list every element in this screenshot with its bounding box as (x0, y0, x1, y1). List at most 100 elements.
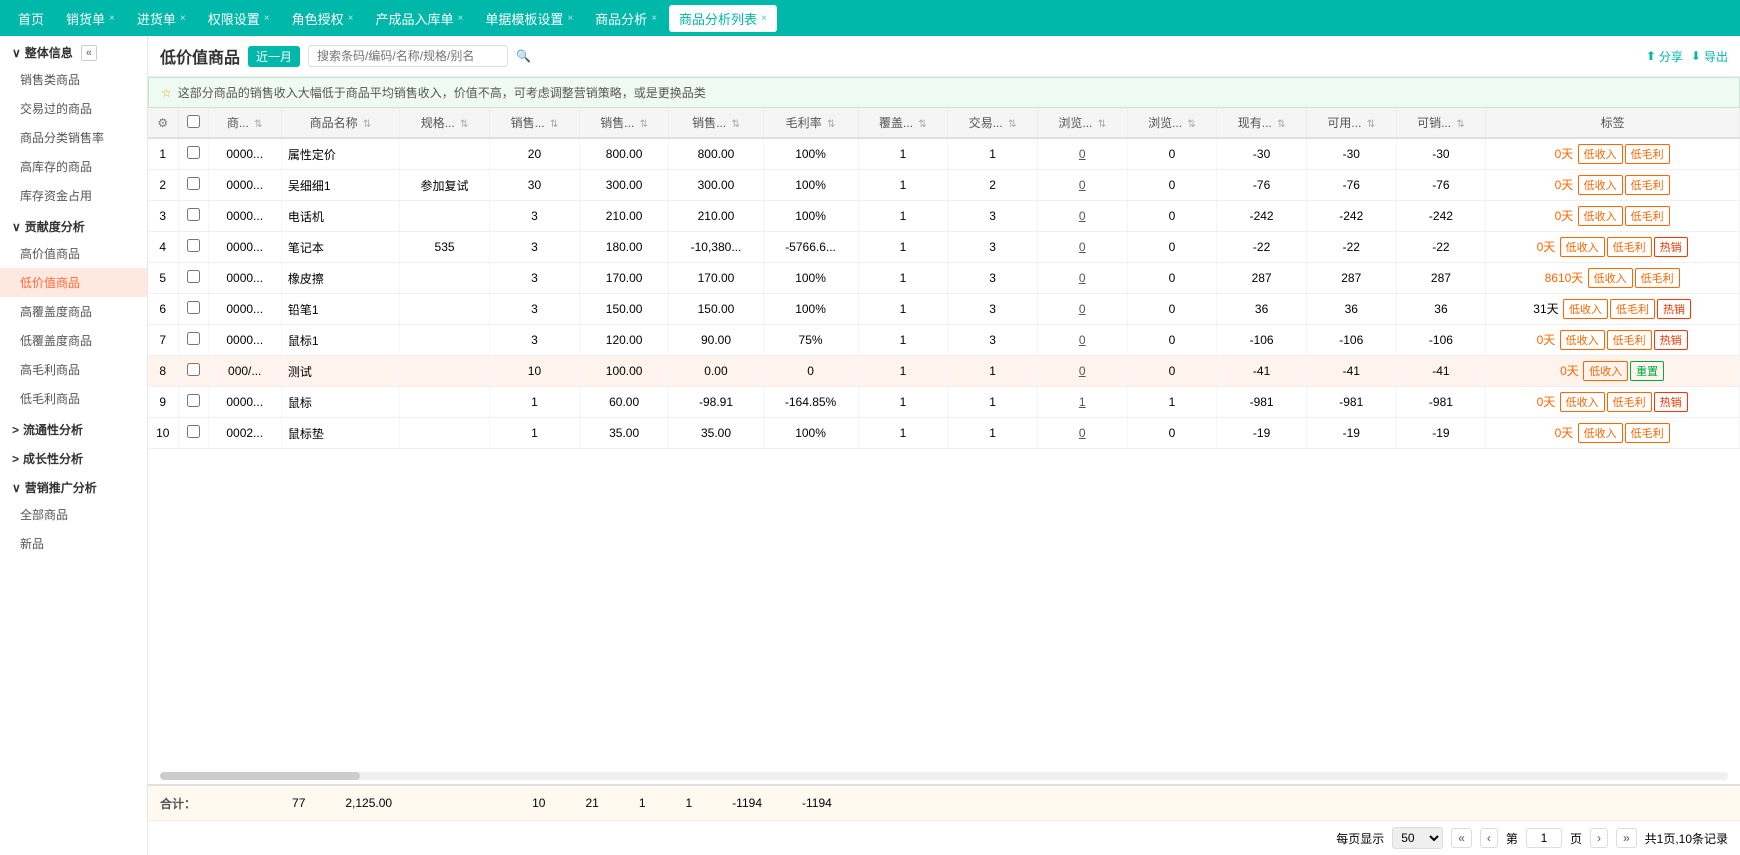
col-avail[interactable]: 可用... ⇅ (1306, 108, 1396, 138)
page-input[interactable] (1526, 828, 1562, 848)
sidebar-group-circulation[interactable]: > 流通性分析 (0, 413, 147, 442)
close-sales-icon[interactable]: × (109, 13, 115, 24)
nav-analysis[interactable]: 商品分析 × (585, 5, 667, 32)
row-browse1[interactable]: 0 (1037, 232, 1127, 263)
close-list-icon[interactable]: × (761, 13, 767, 24)
close-purchase-icon[interactable]: × (180, 13, 186, 24)
close-template-icon[interactable]: × (567, 13, 573, 24)
row-checkbox[interactable] (178, 294, 208, 325)
scrollbar-thumb[interactable] (160, 772, 360, 780)
col-name[interactable]: 商品名称 ⇅ (281, 108, 399, 138)
gear-icon[interactable]: ⚙ (157, 116, 168, 130)
export-button[interactable]: ⬇ 导出 (1691, 48, 1728, 65)
nav-sales[interactable]: 销货单 × (56, 5, 125, 32)
sidebar-item-traded-goods[interactable]: 交易过的商品 (0, 94, 147, 123)
col-browse2[interactable]: 浏览... ⇅ (1127, 108, 1217, 138)
browse-link[interactable]: 0 (1079, 209, 1086, 223)
nav-roles[interactable]: 角色授权 × (282, 5, 364, 32)
col-browse1[interactable]: 浏览... ⇅ (1037, 108, 1127, 138)
row-select-checkbox[interactable] (187, 425, 200, 438)
table-wrapper[interactable]: ⚙ 商... ⇅ 商品名称 ⇅ 规格... ⇅ 销售... ⇅ 销售... ⇅ … (148, 108, 1740, 772)
close-entry-icon[interactable]: × (457, 13, 463, 24)
col-sales1[interactable]: 销售... ⇅ (579, 108, 669, 138)
time-filter-button[interactable]: 近一月 (248, 46, 300, 67)
row-checkbox[interactable] (178, 325, 208, 356)
search-icon[interactable]: 🔍 (516, 49, 531, 63)
browse-link[interactable]: 0 (1079, 302, 1086, 316)
nav-analysis-list[interactable]: 商品分析列表 × (669, 5, 777, 32)
col-qty[interactable]: 销售... ⇅ (490, 108, 580, 138)
row-checkbox[interactable] (178, 356, 208, 387)
sidebar-item-all-goods[interactable]: 全部商品 (0, 500, 147, 529)
share-button[interactable]: ⬆ 分享 (1646, 48, 1683, 65)
row-select-checkbox[interactable] (187, 208, 200, 221)
nav-purchase[interactable]: 进货单 × (127, 5, 196, 32)
col-trade[interactable]: 交易... ⇅ (948, 108, 1038, 138)
first-page-btn[interactable]: « (1451, 828, 1472, 848)
col-gear[interactable]: ⚙ (148, 108, 178, 138)
col-cover[interactable]: 覆盖... ⇅ (858, 108, 948, 138)
col-stock[interactable]: 现有... ⇅ (1217, 108, 1307, 138)
row-select-checkbox[interactable] (187, 301, 200, 314)
sidebar-group-contribution[interactable]: ∨ 贡献度分析 (0, 210, 147, 239)
col-code[interactable]: 商... ⇅ (208, 108, 281, 138)
row-select-checkbox[interactable] (187, 146, 200, 159)
sidebar-item-stock-capital[interactable]: 库存资金占用 (0, 181, 147, 210)
row-browse1[interactable]: 0 (1037, 418, 1127, 449)
last-page-btn[interactable]: » (1616, 828, 1637, 848)
next-page-btn[interactable]: › (1590, 828, 1608, 848)
browse-link[interactable]: 0 (1079, 178, 1086, 192)
browse-link[interactable]: 1 (1079, 395, 1086, 409)
row-select-checkbox[interactable] (187, 332, 200, 345)
row-checkbox[interactable] (178, 263, 208, 294)
nav-permissions[interactable]: 权限设置 × (198, 5, 280, 32)
prev-page-btn[interactable]: ‹ (1480, 828, 1498, 848)
close-permissions-icon[interactable]: × (264, 13, 270, 24)
browse-link[interactable]: 0 (1079, 426, 1086, 440)
row-select-checkbox[interactable] (187, 270, 200, 283)
row-select-checkbox[interactable] (187, 394, 200, 407)
col-spec[interactable]: 规格... ⇅ (400, 108, 490, 138)
search-input[interactable] (308, 45, 508, 67)
row-browse1[interactable]: 0 (1037, 325, 1127, 356)
row-checkbox[interactable] (178, 170, 208, 201)
sidebar-item-low-coverage[interactable]: 低覆盖度商品 (0, 326, 147, 355)
row-browse1[interactable]: 0 (1037, 138, 1127, 170)
sidebar-item-new-goods[interactable]: 新品 (0, 529, 147, 558)
col-sellable[interactable]: 可销... ⇅ (1396, 108, 1486, 138)
row-select-checkbox[interactable] (187, 363, 200, 376)
nav-home[interactable]: 首页 (8, 5, 54, 32)
browse-link[interactable]: 0 (1079, 364, 1086, 378)
sidebar-item-category-sales[interactable]: 商品分类销售率 (0, 123, 147, 152)
nav-product-entry[interactable]: 产成品入库单 × (365, 5, 473, 32)
row-checkbox[interactable] (178, 138, 208, 170)
sidebar-group-overall[interactable]: ∨ 整体信息 « (0, 36, 147, 65)
collapse-overall-btn[interactable]: « (81, 45, 97, 61)
sidebar-item-high-profit[interactable]: 高毛利商品 (0, 355, 147, 384)
row-browse1[interactable]: 0 (1037, 170, 1127, 201)
sidebar-item-high-coverage[interactable]: 高覆盖度商品 (0, 297, 147, 326)
close-roles-icon[interactable]: × (348, 13, 354, 24)
browse-link[interactable]: 0 (1079, 333, 1086, 347)
col-sales2[interactable]: 销售... ⇅ (669, 108, 763, 138)
browse-link[interactable]: 0 (1079, 240, 1086, 254)
sidebar-item-low-value[interactable]: 低价值商品 (0, 268, 147, 297)
row-browse1[interactable]: 0 (1037, 263, 1127, 294)
browse-link[interactable]: 0 (1079, 271, 1086, 285)
row-checkbox[interactable] (178, 201, 208, 232)
row-browse1[interactable]: 1 (1037, 387, 1127, 418)
sidebar-group-marketing[interactable]: ∨ 营销推广分析 (0, 471, 147, 500)
close-analysis-icon[interactable]: × (651, 13, 657, 24)
horizontal-scrollbar[interactable] (160, 772, 1728, 780)
sidebar-item-low-profit[interactable]: 低毛利商品 (0, 384, 147, 413)
row-browse1[interactable]: 0 (1037, 201, 1127, 232)
select-all-checkbox[interactable] (187, 115, 200, 128)
row-browse1[interactable]: 0 (1037, 356, 1127, 387)
row-browse1[interactable]: 0 (1037, 294, 1127, 325)
page-size-select[interactable]: 50 100 200 (1392, 827, 1443, 849)
row-checkbox[interactable] (178, 232, 208, 263)
col-checkbox[interactable] (178, 108, 208, 138)
sidebar-item-high-value[interactable]: 高价值商品 (0, 239, 147, 268)
row-checkbox[interactable] (178, 387, 208, 418)
sidebar-item-high-stock[interactable]: 高库存的商品 (0, 152, 147, 181)
